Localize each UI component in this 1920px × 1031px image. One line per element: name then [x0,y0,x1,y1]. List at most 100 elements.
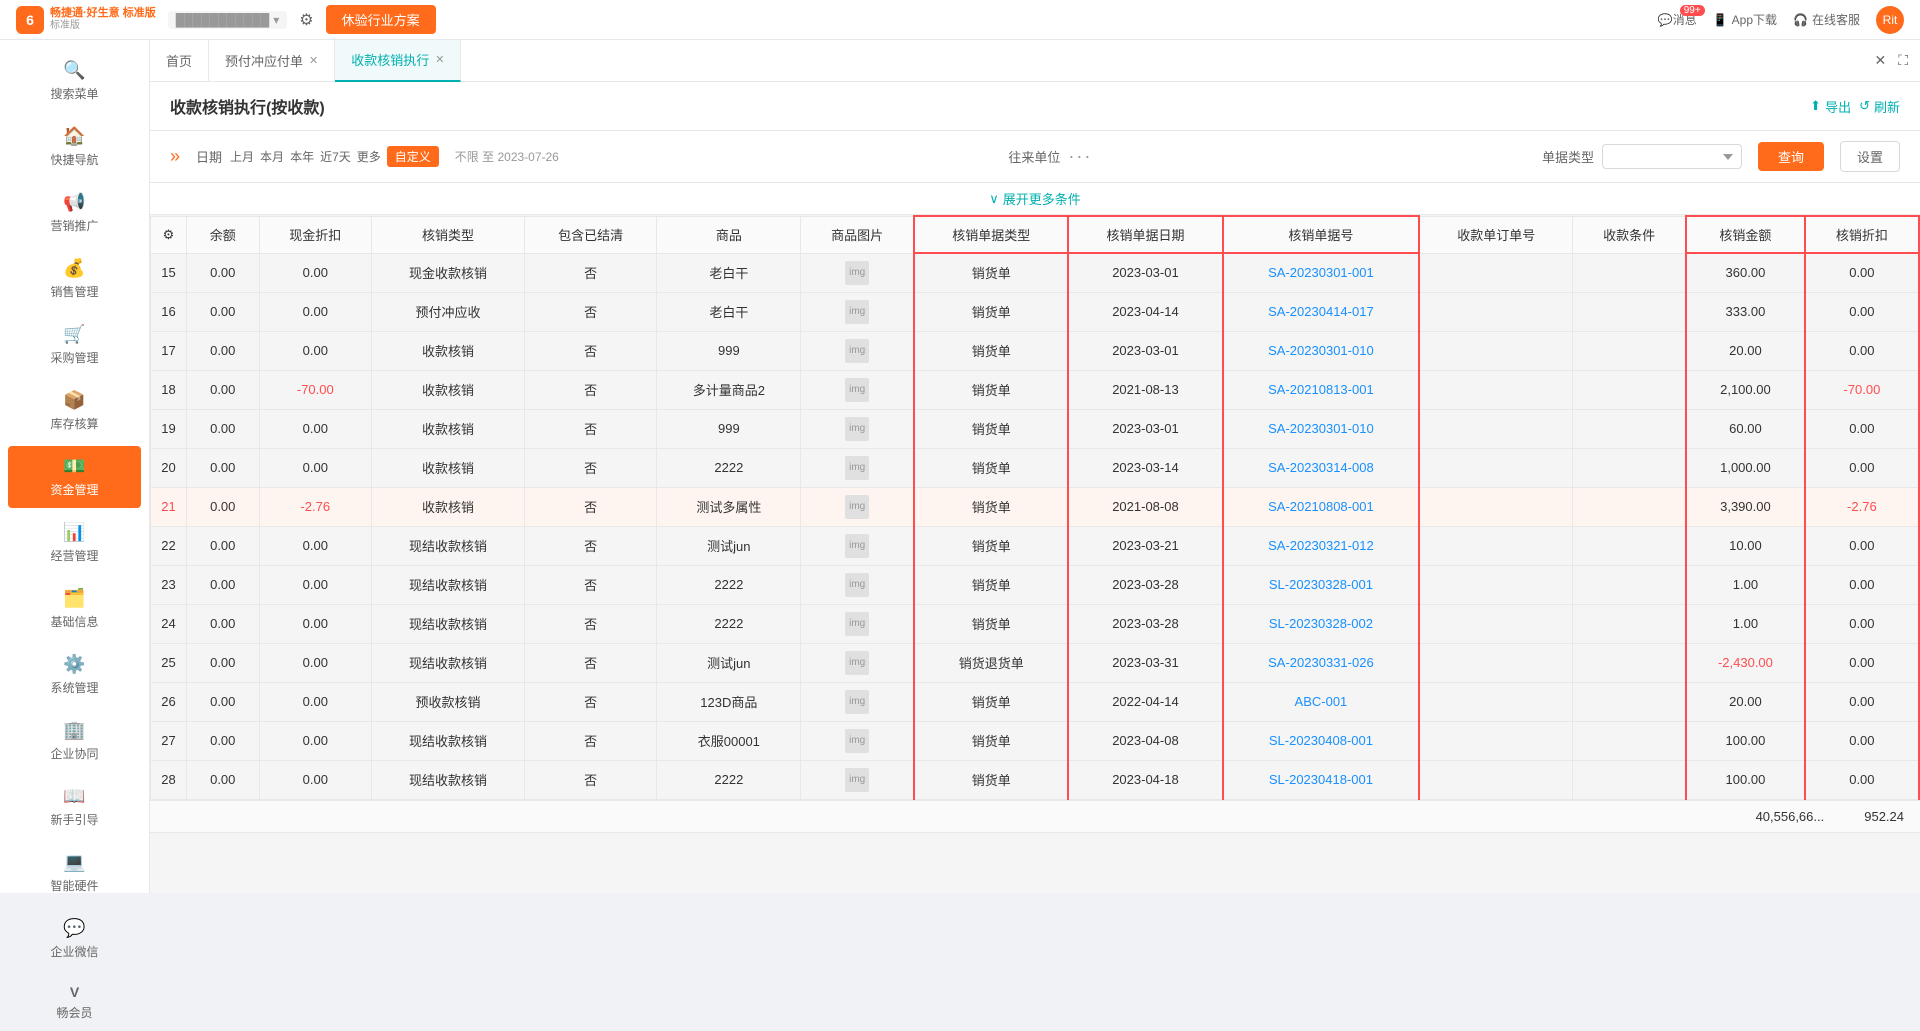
sidebar-item-hardware[interactable]: 💻 智能硬件 [8,842,141,904]
cell-writeoff-type: 现结收款核销 [372,604,525,643]
export-label: 导出 [1825,97,1851,116]
tab-prepay-close[interactable]: ✕ [309,54,318,67]
sidebar-item-sales[interactable]: 💰 销售管理 [8,248,141,310]
cell-doc-no[interactable]: SA-20210808-001 [1223,487,1420,526]
cell-receipt-order-no [1419,370,1572,409]
cell-doc-no[interactable]: SA-20210813-001 [1223,370,1420,409]
table-wrapper[interactable]: ⚙ 余额 现金折扣 核销类型 包含已结清 商品 商品图片 核销单据类型 核销单据… [150,215,1920,893]
cell-cash-discount: 0.00 [259,448,372,487]
gear-icon[interactable]: ⚙ [299,10,313,30]
notification-area[interactable]: 💬 消息 99+ [1658,11,1697,28]
company-selector[interactable]: ███████████ ▾ [168,11,288,29]
doc-no-link[interactable]: SA-20210813-001 [1268,382,1374,397]
cell-balance: 0.00 [187,604,260,643]
refresh-button[interactable]: ↺ 刷新 [1859,97,1900,116]
tab-collection-close[interactable]: ✕ [435,53,444,66]
sidebar-item-guide[interactable]: 📖 新手引导 [8,776,141,838]
sidebar-item-basic[interactable]: 🗂️ 基础信息 [8,578,141,640]
doc-no-link[interactable]: SA-20230331-026 [1268,655,1374,670]
date-more[interactable]: 更多 [357,148,381,165]
doc-no-link[interactable]: SA-20230314-008 [1268,460,1374,475]
settings-button[interactable]: 设置 [1840,141,1900,172]
horizontal-scrollbar[interactable] [150,832,1920,844]
sidebar-item-finance[interactable]: 💵 资金管理 [8,446,141,508]
cell-doc-no[interactable]: ABC-001 [1223,682,1420,721]
online-service[interactable]: 🎧 在线客服 [1793,11,1860,28]
sidebar-item-search[interactable]: 🔍 搜索菜单 [8,50,141,112]
cell-doc-no[interactable]: SL-20230328-002 [1223,604,1420,643]
cell-receipt-condition [1573,760,1686,799]
sidebar-item-enterprise[interactable]: 🏢 企业协同 [8,710,141,772]
cell-cash-discount: -70.00 [259,370,372,409]
sidebar-item-wechat[interactable]: 💬 企业微信 [8,908,141,970]
sidebar-item-quick-nav[interactable]: 🏠 快捷导航 [8,116,141,178]
cell-doc-no[interactable]: SA-20230414-017 [1223,292,1420,331]
cell-product-image: img [801,331,914,370]
sidebar-item-operations[interactable]: 📊 经营管理 [8,512,141,574]
cell-writeoff-discount: 0.00 [1805,682,1919,721]
tab-prepay[interactable]: 预付冲应付单 ✕ [209,40,335,82]
cell-doc-no[interactable]: SL-20230408-001 [1223,721,1420,760]
cell-writeoff-discount: 0.00 [1805,565,1919,604]
sidebar-item-marketing[interactable]: 📢 营销推广 [8,182,141,244]
th-doc-type: 核销单据类型 [914,216,1068,253]
user-avatar[interactable]: Rit [1876,6,1904,34]
cell-cash-discount: 0.00 [259,331,372,370]
cell-product-image: img [801,526,914,565]
th-settings[interactable]: ⚙ [151,216,187,253]
doc-no-link[interactable]: SA-20230301-001 [1268,265,1374,280]
doc-no-link[interactable]: SL-20230328-001 [1269,577,1373,592]
custom-date-button[interactable]: 自定义 [387,146,439,167]
query-button[interactable]: 查询 [1758,142,1824,171]
date-last-month[interactable]: 上月 [230,148,254,165]
cell-product-image: img [801,448,914,487]
tab-collection[interactable]: 收款核销执行 ✕ [335,40,461,82]
doc-no-link[interactable]: SA-20230414-017 [1268,304,1374,319]
doc-no-link[interactable]: ABC-001 [1295,694,1348,709]
table-header-row: ⚙ 余额 现金折扣 核销类型 包含已结清 商品 商品图片 核销单据类型 核销单据… [151,216,1920,253]
cell-writeoff-type: 预收款核销 [372,682,525,721]
cell-receipt-condition [1573,448,1686,487]
doc-no-link[interactable]: SA-20210808-001 [1268,499,1374,514]
doc-no-link[interactable]: SL-20230418-001 [1269,772,1373,787]
cell-doc-no[interactable]: SA-20230314-008 [1223,448,1420,487]
th-product: 商品 [657,216,801,253]
doc-no-link[interactable]: SL-20230328-002 [1269,616,1373,631]
date-7days[interactable]: 近7天 [320,148,351,165]
expand-button[interactable]: ∨ 展开更多条件 [989,189,1081,208]
export-button[interactable]: ⬆ 导出 [1810,97,1851,116]
cell-product-image: img [801,253,914,292]
cell-writeoff-amount: 360.00 [1686,253,1805,292]
th-doc-no: 核销单据号 [1223,216,1420,253]
tab-home[interactable]: 首页 [150,40,209,82]
cell-doc-date: 2022-04-14 [1068,682,1222,721]
sidebar-item-system[interactable]: ⚙️ 系统管理 [8,644,141,706]
date-this-month[interactable]: 本月 [260,148,284,165]
doc-no-link[interactable]: SA-20230321-012 [1268,538,1374,553]
tab-expand-button[interactable]: ⛶ [1894,48,1912,73]
cell-doc-no[interactable]: SA-20230301-010 [1223,331,1420,370]
cell-doc-no[interactable]: SL-20230328-001 [1223,565,1420,604]
app-download[interactable]: 📱 App下载 [1713,11,1777,28]
doc-no-link[interactable]: SA-20230301-010 [1268,421,1374,436]
cell-cash-discount: 0.00 [259,526,372,565]
sidebar-item-purchase[interactable]: 🛒 采购管理 [8,314,141,376]
cell-doc-no[interactable]: SA-20230321-012 [1223,526,1420,565]
date-this-year[interactable]: 本年 [290,148,314,165]
sidebar-item-inventory[interactable]: 📦 库存核算 [8,380,141,442]
sidebar-label-wechat: 企业微信 [50,943,98,960]
sidebar-item-member[interactable]: V 畅会员 [8,974,141,1031]
doc-type-select[interactable] [1602,144,1742,169]
doc-no-link[interactable]: SA-20230301-010 [1268,343,1374,358]
cell-doc-no[interactable]: SA-20230301-010 [1223,409,1420,448]
cell-doc-type: 销货单 [914,409,1068,448]
cell-doc-no[interactable]: SL-20230418-001 [1223,760,1420,799]
industry-button[interactable]: 休验行业方案 [326,5,436,34]
cell-receipt-order-no [1419,331,1572,370]
cell-doc-no[interactable]: SA-20230301-001 [1223,253,1420,292]
doc-no-link[interactable]: SL-20230408-001 [1269,733,1373,748]
tab-close-button[interactable]: ✕ [1870,48,1890,73]
cell-doc-no[interactable]: SA-20230331-026 [1223,643,1420,682]
main-content: 首页 预付冲应付单 ✕ 收款核销执行 ✕ ✕ ⛶ 收款核销执行(按收款) [150,40,1920,893]
filter-collapse-btn[interactable]: » [170,146,180,167]
